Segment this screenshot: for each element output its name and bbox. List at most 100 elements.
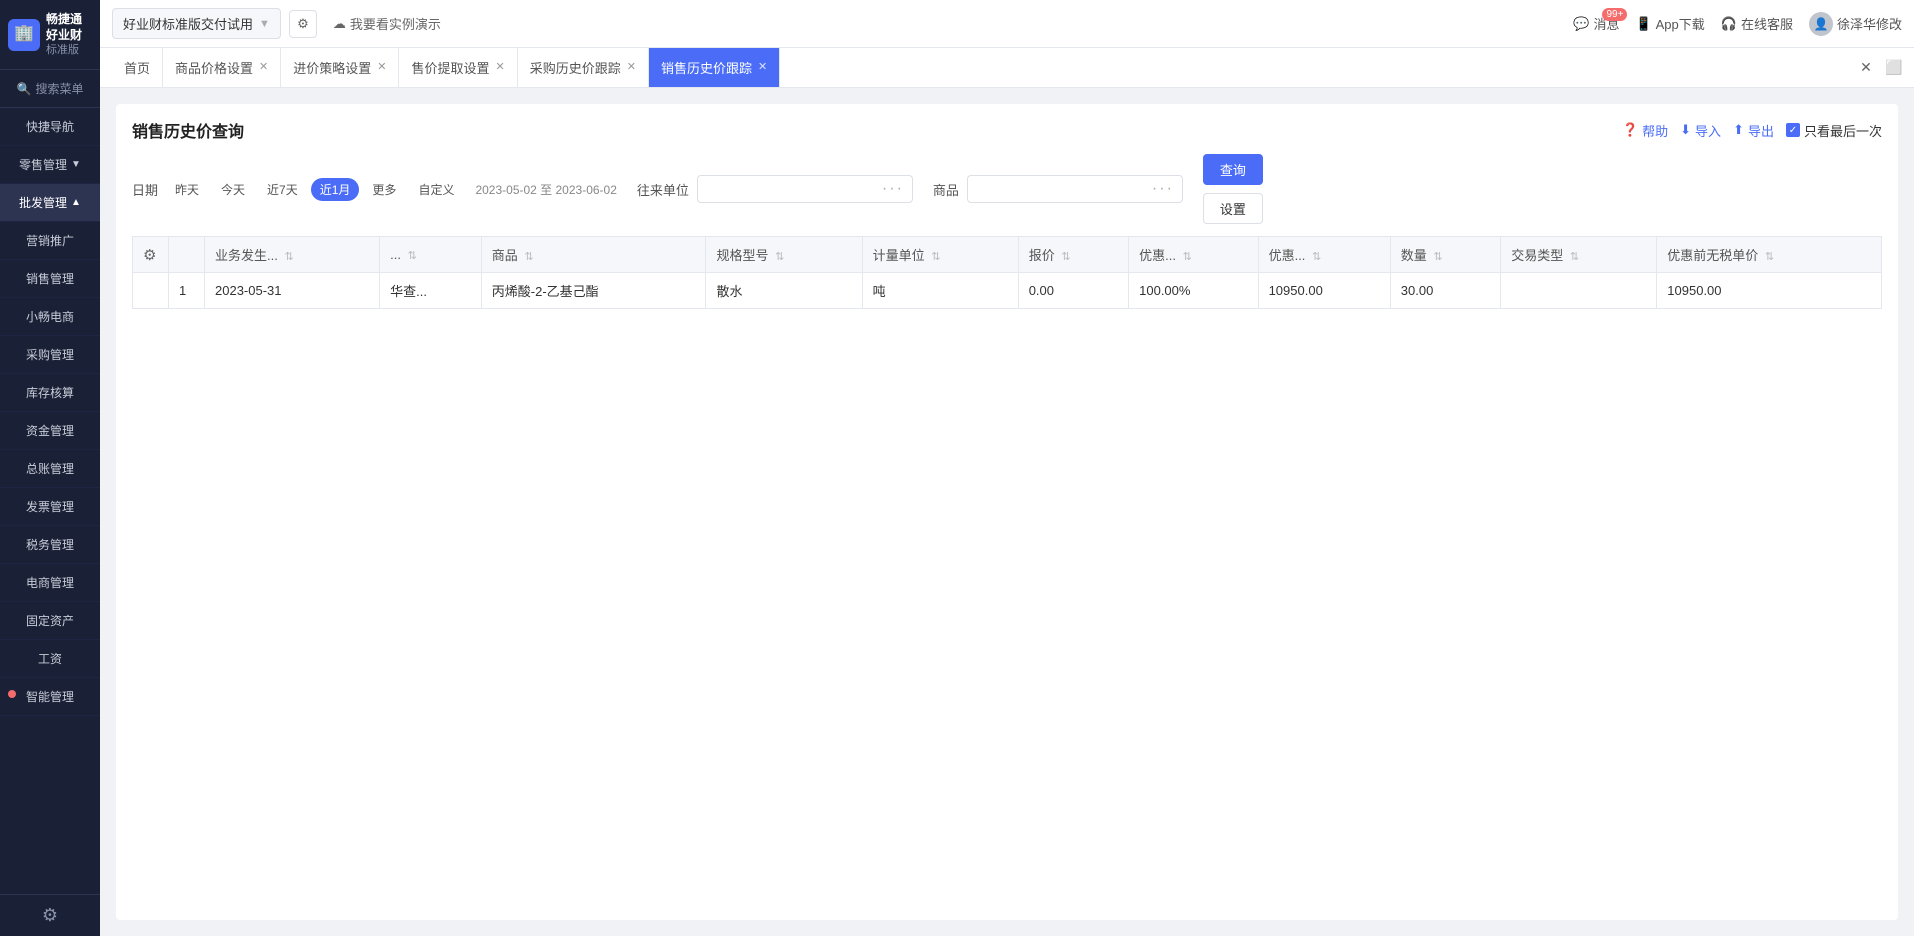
tab-label: 进价策略设置 bbox=[293, 58, 371, 77]
sidebar-search[interactable]: 🔍 搜索菜单 bbox=[0, 70, 100, 108]
tabs-bar: 首页 商品价格设置 ✕ 进价策略设置 ✕ 售价提取设置 ✕ 采购历史价跟踪 ✕ … bbox=[100, 48, 1914, 88]
user-menu[interactable]: 👤 徐泽华修改 bbox=[1809, 12, 1902, 36]
search-label: 搜索菜单 bbox=[35, 80, 83, 97]
tab-close-icon[interactable]: ✕ bbox=[259, 62, 268, 73]
sidebar-item-label: 采购管理 bbox=[26, 346, 74, 363]
product-dots-button[interactable]: ··· bbox=[1152, 180, 1174, 198]
last-only-label: 只看最后一次 bbox=[1804, 121, 1882, 140]
topbar: 好业财标准版交付试用 ▼ ⚙ ☁ 我要看实例演示 💬 消息 99+ 📱 App下… bbox=[100, 0, 1914, 48]
checkbox-icon: ✓ bbox=[1786, 123, 1800, 137]
product-filter-label: 商品 bbox=[933, 180, 959, 199]
tab-price-settings[interactable]: 商品价格设置 ✕ bbox=[163, 48, 281, 88]
export-button[interactable]: ⬆ 导出 bbox=[1733, 121, 1774, 140]
tab-close-current[interactable]: ✕ bbox=[1854, 56, 1878, 80]
partner-filter-label: 往来单位 bbox=[637, 180, 689, 199]
col-txn-type[interactable]: 交易类型 ⇅ bbox=[1501, 237, 1657, 273]
sidebar-item-finance[interactable]: 资金管理 bbox=[0, 412, 100, 450]
last-only-checkbox[interactable]: ✓ 只看最后一次 bbox=[1786, 121, 1882, 140]
sidebar-item-label: 智能管理 bbox=[26, 688, 74, 705]
sidebar-item-assets[interactable]: 固定资产 bbox=[0, 602, 100, 640]
tab-label: 首页 bbox=[124, 58, 150, 77]
headset-icon: 🎧 bbox=[1721, 16, 1737, 32]
product-name: 好业财标准版交付试用 bbox=[123, 14, 253, 33]
row-quantity-cell: 30.00 bbox=[1390, 273, 1500, 309]
sidebar-item-smart[interactable]: 智能管理 bbox=[0, 678, 100, 716]
col-product[interactable]: 商品 ⇅ bbox=[481, 237, 706, 273]
tab-purchase-strategy[interactable]: 进价策略设置 ✕ bbox=[281, 48, 399, 88]
col-quantity[interactable]: 数量 ⇅ bbox=[1390, 237, 1500, 273]
sidebar-item-ecommerce-small[interactable]: 小畅电商 bbox=[0, 298, 100, 336]
chevron-down-icon: ▼ bbox=[259, 18, 270, 30]
date-btn-yesterday[interactable]: 昨天 bbox=[166, 178, 208, 201]
tab-close-icon[interactable]: ✕ bbox=[377, 62, 386, 73]
sidebar-item-ledger[interactable]: 总账管理 bbox=[0, 450, 100, 488]
sidebar-item-wholesale[interactable]: 批发管理 ▲ bbox=[0, 184, 100, 222]
sidebar-item-label: 税务管理 bbox=[26, 536, 74, 553]
topbar-right: 💬 消息 99+ 📱 App下载 🎧 在线客服 👤 徐泽华修改 bbox=[1573, 12, 1902, 36]
sidebar-quick-nav[interactable]: 快捷导航 bbox=[0, 108, 100, 146]
page-actions: ❓ 帮助 ⬇ 导入 ⬆ 导出 ✓ 只看最后一次 bbox=[1622, 121, 1882, 140]
tab-close-icon[interactable]: ✕ bbox=[496, 62, 505, 73]
topbar-gear-button[interactable]: ⚙ bbox=[289, 10, 317, 38]
product-input[interactable] bbox=[976, 182, 1152, 197]
sidebar-footer-gear[interactable]: ⚙ bbox=[0, 894, 100, 936]
filter-actions: 查询 设置 bbox=[1203, 154, 1263, 224]
tab-expand[interactable]: ⬜ bbox=[1882, 56, 1906, 80]
online-service-button[interactable]: 🎧 在线客服 bbox=[1721, 14, 1793, 33]
sidebar-item-marketing[interactable]: 营销推广 bbox=[0, 222, 100, 260]
col-no bbox=[169, 237, 205, 273]
message-button[interactable]: 💬 消息 99+ bbox=[1573, 14, 1619, 33]
product-selector[interactable]: 好业财标准版交付试用 ▼ bbox=[112, 8, 281, 39]
col-pretax-price[interactable]: 优惠前无税单价 ⇅ bbox=[1657, 237, 1882, 273]
col-unit[interactable]: 计量单位 ⇅ bbox=[862, 237, 1018, 273]
demo-button[interactable]: ☁ 我要看实例演示 bbox=[333, 14, 441, 33]
sidebar-item-tax[interactable]: 税务管理 bbox=[0, 526, 100, 564]
date-btn-more[interactable]: 更多 bbox=[363, 178, 405, 201]
sidebar-item-ecommerce[interactable]: 电商管理 bbox=[0, 564, 100, 602]
sidebar-item-label: 总账管理 bbox=[26, 460, 74, 477]
date-btn-last7[interactable]: 近7天 bbox=[258, 178, 307, 201]
partner-input[interactable] bbox=[706, 182, 882, 197]
settings-button[interactable]: 设置 bbox=[1203, 193, 1263, 224]
partner-input-wrap: ··· bbox=[697, 175, 913, 203]
sidebar-item-retail[interactable]: 零售管理 ▼ bbox=[0, 146, 100, 184]
col-spec[interactable]: 规格型号 ⇅ bbox=[706, 237, 862, 273]
tab-close-icon[interactable]: ✕ bbox=[758, 62, 767, 73]
col-price[interactable]: 报价 ⇅ bbox=[1018, 237, 1128, 273]
sidebar-item-sales[interactable]: 销售管理 bbox=[0, 260, 100, 298]
row-pretax-price-cell: 10950.00 bbox=[1657, 273, 1882, 309]
quick-nav-label: 快捷导航 bbox=[26, 118, 74, 135]
tab-home[interactable]: 首页 bbox=[112, 48, 163, 88]
tab-close-icon[interactable]: ✕ bbox=[627, 62, 636, 73]
tab-sale-extract[interactable]: 售价提取设置 ✕ bbox=[399, 48, 517, 88]
col-biz-date[interactable]: 业务发生... ⇅ bbox=[205, 237, 380, 273]
query-button[interactable]: 查询 bbox=[1203, 154, 1263, 185]
tab-sale-history[interactable]: 销售历史价跟踪 ✕ bbox=[649, 48, 780, 88]
sidebar-item-label: 零售管理 bbox=[19, 156, 67, 173]
cloud-icon: ☁ bbox=[333, 16, 346, 32]
date-filter-label: 日期 bbox=[132, 180, 158, 199]
mobile-icon: 📱 bbox=[1635, 16, 1651, 32]
app-download-button[interactable]: 📱 App下载 bbox=[1635, 14, 1704, 33]
row-discount1-cell: 100.00% bbox=[1129, 273, 1258, 309]
import-button[interactable]: ⬇ 导入 bbox=[1680, 121, 1721, 140]
date-btn-today[interactable]: 今天 bbox=[212, 178, 254, 201]
sidebar-item-invoice[interactable]: 发票管理 bbox=[0, 488, 100, 526]
date-btn-last1m[interactable]: 近1月 bbox=[311, 178, 360, 201]
col-discount2[interactable]: 优惠... ⇅ bbox=[1258, 237, 1390, 273]
col-discount1[interactable]: 优惠... ⇅ bbox=[1129, 237, 1258, 273]
col-more[interactable]: ... ⇅ bbox=[380, 237, 482, 273]
table-gear-icon[interactable]: ⚙ bbox=[143, 247, 156, 264]
sidebar-item-label: 销售管理 bbox=[26, 270, 74, 287]
date-options: 昨天 今天 近7天 近1月 更多 自定义 bbox=[166, 178, 463, 201]
sidebar-item-inventory[interactable]: 库存核算 bbox=[0, 374, 100, 412]
tab-purchase-history[interactable]: 采购历史价跟踪 ✕ bbox=[518, 48, 649, 88]
sidebar-item-purchase[interactable]: 采购管理 bbox=[0, 336, 100, 374]
row-price-cell: 0.00 bbox=[1018, 273, 1128, 309]
sidebar-item-salary[interactable]: 工资 bbox=[0, 640, 100, 678]
row-product-cell: 丙烯酸-2-乙基己酯 bbox=[481, 273, 706, 309]
partner-dots-button[interactable]: ··· bbox=[882, 180, 904, 198]
date-btn-custom[interactable]: 自定义 bbox=[409, 178, 463, 201]
message-badge: 99+ bbox=[1602, 8, 1627, 21]
help-button[interactable]: ❓ 帮助 bbox=[1622, 121, 1668, 140]
